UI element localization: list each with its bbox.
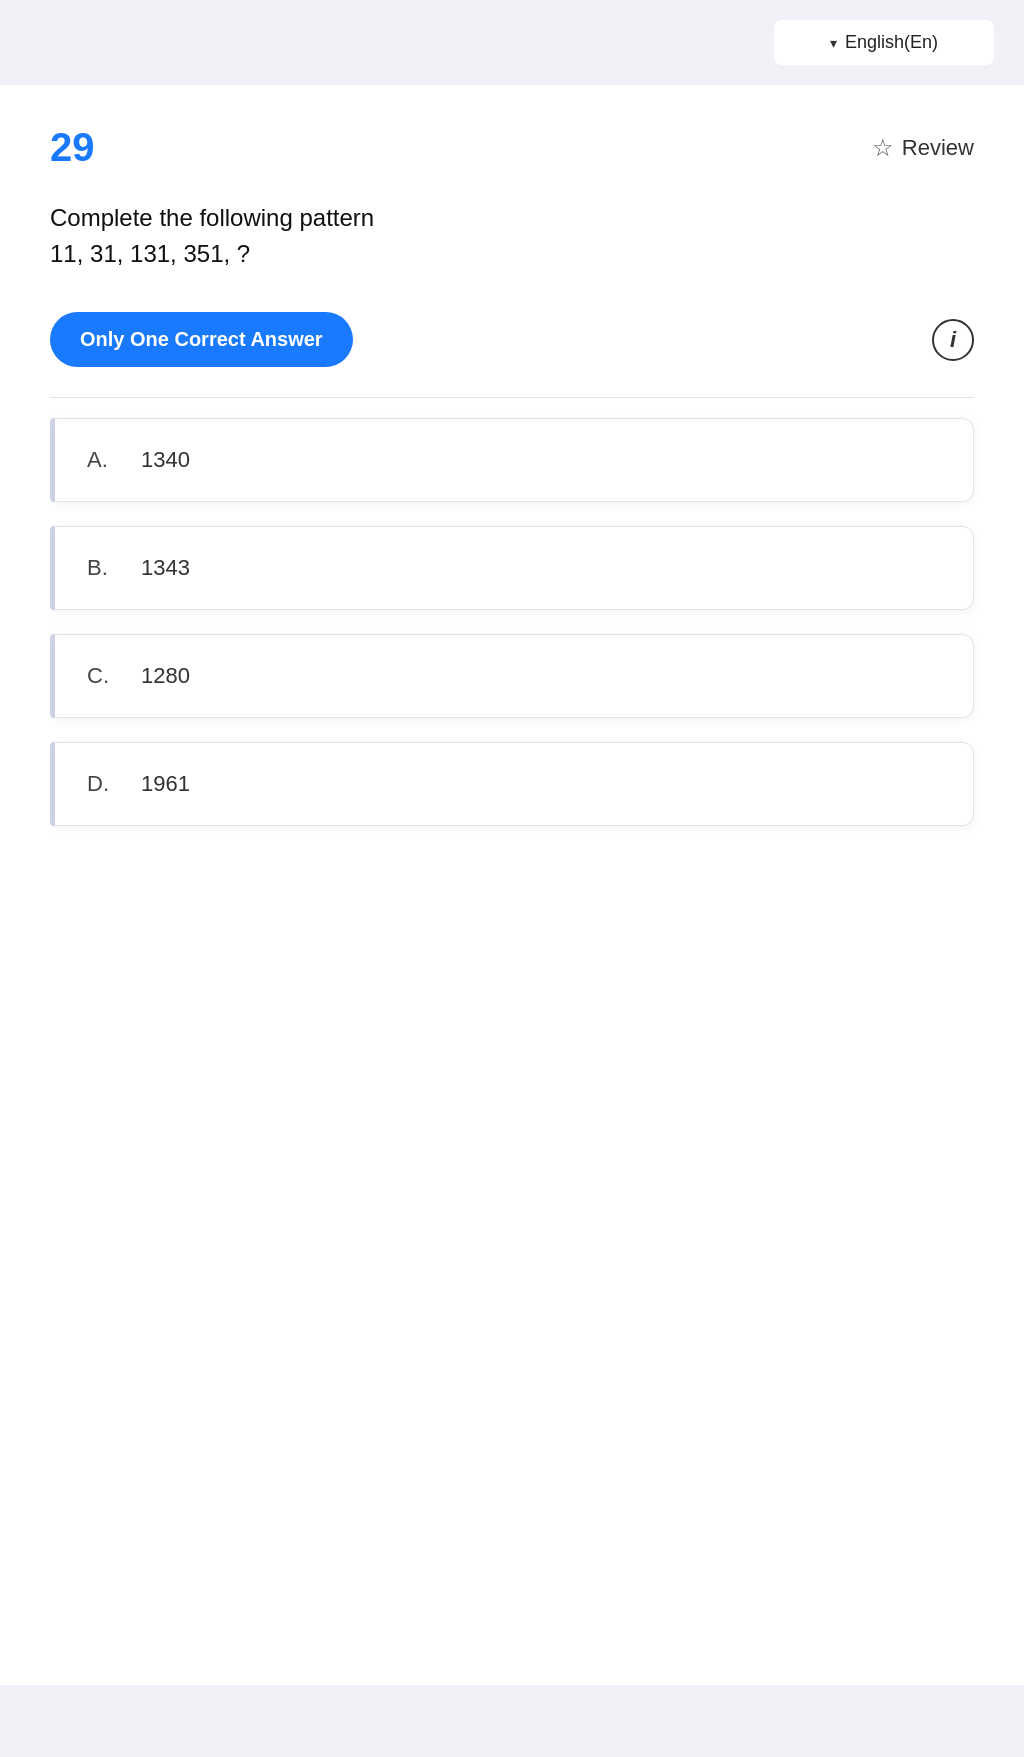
option-label-3: D. [87,771,117,797]
question-number: 29 [50,125,95,170]
option-card-A[interactable]: A. 1340 [55,418,974,502]
question-line2: 11, 31, 131, 351, ? [50,236,974,272]
question-header: 29 ☆ Review [50,125,974,170]
option-wrapper-A[interactable]: A. 1340 [50,418,974,502]
option-card-C[interactable]: C. 1280 [55,634,974,718]
info-icon[interactable]: i [932,319,974,361]
option-label-1: B. [87,555,117,581]
star-icon: ☆ [872,134,894,162]
chevron-down-icon: ▾ [830,35,837,51]
answer-type-row: Only One Correct Answer i [50,312,974,367]
language-selector[interactable]: ▾ English(En) [774,20,994,65]
option-wrapper-D[interactable]: D. 1961 [50,742,974,826]
review-label: Review [902,135,974,161]
option-label-2: C. [87,663,117,689]
only-one-correct-button[interactable]: Only One Correct Answer [50,312,353,367]
option-value-2: 1280 [141,663,190,689]
option-value-1: 1343 [141,555,190,581]
option-card-D[interactable]: D. 1961 [55,742,974,826]
option-label-0: A. [87,447,117,473]
top-bar: ▾ English(En) [0,0,1024,85]
option-wrapper-B[interactable]: B. 1343 [50,526,974,610]
language-label: English(En) [845,32,938,53]
option-value-3: 1961 [141,771,190,797]
option-card-B[interactable]: B. 1343 [55,526,974,610]
question-line1: Complete the following pattern [50,200,974,236]
options-list: A. 1340 B. 1343 C. 1280 D. 1961 [50,418,974,826]
option-value-0: 1340 [141,447,190,473]
option-wrapper-C[interactable]: C. 1280 [50,634,974,718]
main-content: 29 ☆ Review Complete the following patte… [0,85,1024,1685]
question-text: Complete the following pattern 11, 31, 1… [50,200,974,272]
review-button[interactable]: ☆ Review [872,134,974,162]
divider [50,397,974,398]
